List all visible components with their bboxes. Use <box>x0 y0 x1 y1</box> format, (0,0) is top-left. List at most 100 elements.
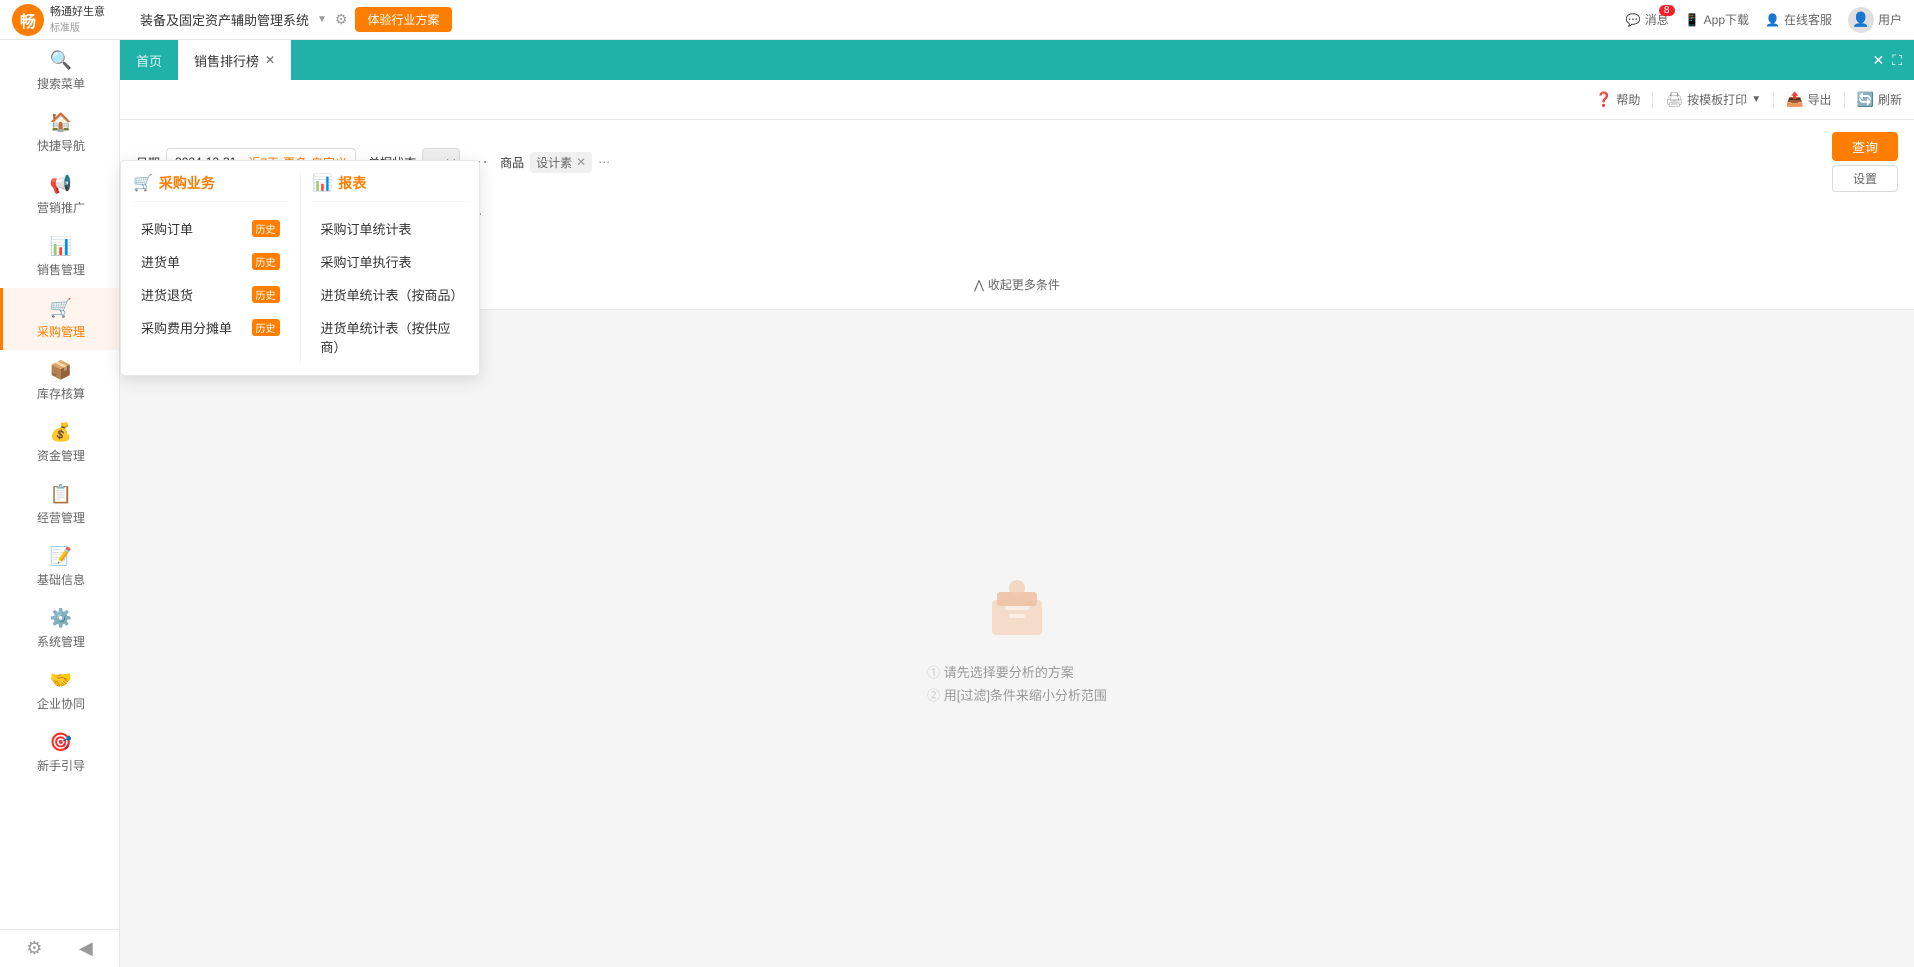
finance-icon: 💰 <box>50 422 72 443</box>
sidebar-item-sales[interactable]: 📊 销售管理 <box>0 226 119 288</box>
logo-text: 畅通好生意 <box>50 5 105 19</box>
dropdown-item-po-stat[interactable]: 采购订单统计表 <box>313 212 468 245</box>
sidebar-item-operation[interactable]: 📋 经营管理 <box>0 474 119 536</box>
industry-btn[interactable]: 体验行业方案 <box>355 7 451 32</box>
report-col: 📊 报表 采购订单统计表 采购订单执行表 进货单统计表（按商品） 进货单统计表（… <box>300 173 480 363</box>
dropdown-item-label: 采购订单统计表 <box>321 219 412 238</box>
help-icon: ❓ <box>1595 91 1612 108</box>
toolbar: ❓ 帮助 🖨 按模板打印 ▼ 📤 导出 🔄 刷新 <box>120 80 1914 120</box>
dropdown-item-purchase-expense[interactable]: 采购费用分摊单 历史 <box>133 311 288 344</box>
dropdown-item-label: 进货单统计表（按供应商） <box>321 318 460 356</box>
dropdown-item-purchase-order[interactable]: 采购订单 历史 <box>133 212 288 245</box>
operation-icon: 📋 <box>50 484 72 505</box>
header-title-area: 装备及固定资产辅助管理系统 ▼ ⚙ 体验行业方案 <box>140 7 1626 32</box>
history-badge: 历史 <box>252 319 280 336</box>
export-btn[interactable]: 📤 导出 <box>1786 91 1831 108</box>
report-col-header: 📊 报表 <box>313 173 468 202</box>
logo-area: 畅 畅通好生意 标准版 <box>12 4 132 36</box>
header-actions: 💬 消息 8 📱 App下载 👤 在线客服 👤 用户 <box>1626 7 1902 33</box>
system-icon: ⚙️ <box>50 608 72 629</box>
logo-sub: 标准版 <box>50 19 105 34</box>
tab-home-label: 首页 <box>136 51 162 70</box>
logo-icon: 畅 <box>12 4 44 36</box>
toolbar-divider2 <box>1773 92 1774 108</box>
window-maximize-btn[interactable]: ⛶ <box>1892 52 1902 69</box>
query-button[interactable]: 查询 <box>1832 132 1898 161</box>
dropdown-item-label: 进货退货 <box>141 285 193 304</box>
goods-label: 商品 <box>500 154 524 171</box>
sidebar-item-quicknav[interactable]: 🏠 快捷导航 <box>0 102 119 164</box>
tab-close-icon[interactable]: ✕ <box>265 53 275 67</box>
sidebar-item-system[interactable]: ⚙️ 系统管理 <box>0 598 119 660</box>
refresh-btn[interactable]: 🔄 刷新 <box>1857 91 1902 108</box>
collapse-btn[interactable]: ⋀ 收起更多条件 <box>974 276 1060 293</box>
inventory-icon: 📦 <box>50 360 72 381</box>
dropdown-item-label: 采购订单执行表 <box>321 252 412 271</box>
dropdown-item-goods-return[interactable]: 进货退货 历史 <box>133 278 288 311</box>
sidebar-item-search[interactable]: 🔍 搜索菜单 <box>0 40 119 102</box>
dropdown-item-label: 进货单 <box>141 252 180 271</box>
user-btn[interactable]: 👤 用户 <box>1848 7 1902 33</box>
sidebar-item-basic[interactable]: 📝 基础信息 <box>0 536 119 598</box>
sidebar-label-newbie: 新手引导 <box>37 757 85 774</box>
query-btn-group: 查询 设置 <box>1832 132 1898 192</box>
dropdown-item-goods-in[interactable]: 进货单 历史 <box>133 245 288 278</box>
app-download-btn[interactable]: 📱 App下载 <box>1685 11 1749 28</box>
goods-dots[interactable]: ⋯ <box>598 155 610 169</box>
sidebar: 🔍 搜索菜单 🏠 快捷导航 📢 营销推广 📊 销售管理 🛒 采购管理 📦 库存核… <box>0 40 120 967</box>
sidebar-label-system: 系统管理 <box>37 633 85 650</box>
empty-illustration <box>977 570 1057 650</box>
message-badge: 8 <box>1659 5 1675 16</box>
top-header: 畅 畅通好生意 标准版 装备及固定资产辅助管理系统 ▼ ⚙ 体验行业方案 💬 消… <box>0 0 1914 40</box>
message-btn[interactable]: 💬 消息 8 <box>1626 11 1669 28</box>
sidebar-item-cooperation[interactable]: 🤝 企业协同 <box>0 660 119 722</box>
sidebar-item-purchase[interactable]: 🛒 采购管理 <box>0 288 119 350</box>
sidebar-label-purchase: 采购管理 <box>37 323 85 340</box>
user-label: 用户 <box>1878 11 1902 28</box>
collapse-label: 收起更多条件 <box>988 276 1060 293</box>
print-label: 按模板打印 <box>1687 91 1747 108</box>
tab-home[interactable]: 首页 <box>120 40 178 80</box>
sidebar-item-marketing[interactable]: 📢 营销推广 <box>0 164 119 226</box>
dropdown-item-goods-stat-by-product[interactable]: 进货单统计表（按商品） <box>313 278 468 311</box>
goods-tag-close[interactable]: ✕ <box>576 155 586 169</box>
sidebar-label-operation: 经营管理 <box>37 509 85 526</box>
purchase-icon: 🛒 <box>50 298 72 319</box>
dropdown-item-goods-stat-by-supplier[interactable]: 进货单统计表（按供应商） <box>313 311 468 363</box>
refresh-label: 刷新 <box>1878 91 1902 108</box>
sidebar-label-cooperation: 企业协同 <box>37 695 85 712</box>
collapse-icon: ⋀ <box>974 278 984 292</box>
toolbar-divider <box>1652 92 1653 108</box>
settings-icon[interactable]: ⚙ <box>335 11 348 28</box>
sidebar-item-inventory[interactable]: 📦 库存核算 <box>0 350 119 412</box>
title-dropdown-icon[interactable]: ▼ <box>317 14 327 25</box>
help-btn[interactable]: ❓ 帮助 <box>1595 91 1640 108</box>
dropdown-item-label: 采购费用分摊单 <box>141 318 232 337</box>
tab-spacer <box>291 40 1860 80</box>
print-btn[interactable]: 🖨 按模板打印 ▼ <box>1665 91 1761 108</box>
online-service-btn[interactable]: 👤 在线客服 <box>1765 11 1832 28</box>
dropdown-item-po-exec[interactable]: 采购订单执行表 <box>313 245 468 278</box>
sidebar-item-finance[interactable]: 💰 资金管理 <box>0 412 119 474</box>
sidebar-label-marketing: 营销推广 <box>37 199 85 216</box>
purchase-dropdown-menu: 🛒 采购业务 采购订单 历史 进货单 历史 进货退货 历史 采购费用分摊单 历史 <box>120 160 480 376</box>
sidebar-label-inventory: 库存核算 <box>37 385 85 402</box>
dropdown-item-label: 进货单统计表（按商品） <box>321 285 460 304</box>
window-close-btn[interactable]: ✕ <box>1872 52 1884 69</box>
purchase-col-title: 采购业务 <box>159 173 215 193</box>
history-badge: 历史 <box>252 220 280 237</box>
tab-window-btns: ✕ ⛶ <box>1860 40 1914 80</box>
app-icon: 📱 <box>1685 13 1700 27</box>
tab-bar: 首页 销售排行榜 ✕ ✕ ⛶ <box>120 40 1914 80</box>
avatar: 👤 <box>1848 7 1874 33</box>
sidebar-label-search: 搜索菜单 <box>37 75 85 92</box>
report-col-title: 报表 <box>338 173 366 193</box>
print-dropdown-icon[interactable]: ▼ <box>1751 94 1761 105</box>
sidebar-collapse-btn[interactable]: ◀ <box>79 938 93 959</box>
tab-sales-rank[interactable]: 销售排行榜 ✕ <box>178 40 291 80</box>
settings-button[interactable]: 设置 <box>1832 165 1898 192</box>
sidebar-settings-btn[interactable]: ⚙ <box>26 938 42 959</box>
goods-tag: 设计素 ✕ <box>530 152 592 173</box>
sidebar-bottom: ⚙ ◀ <box>0 929 119 967</box>
sidebar-item-newbie[interactable]: 🎯 新手引导 <box>0 722 119 784</box>
